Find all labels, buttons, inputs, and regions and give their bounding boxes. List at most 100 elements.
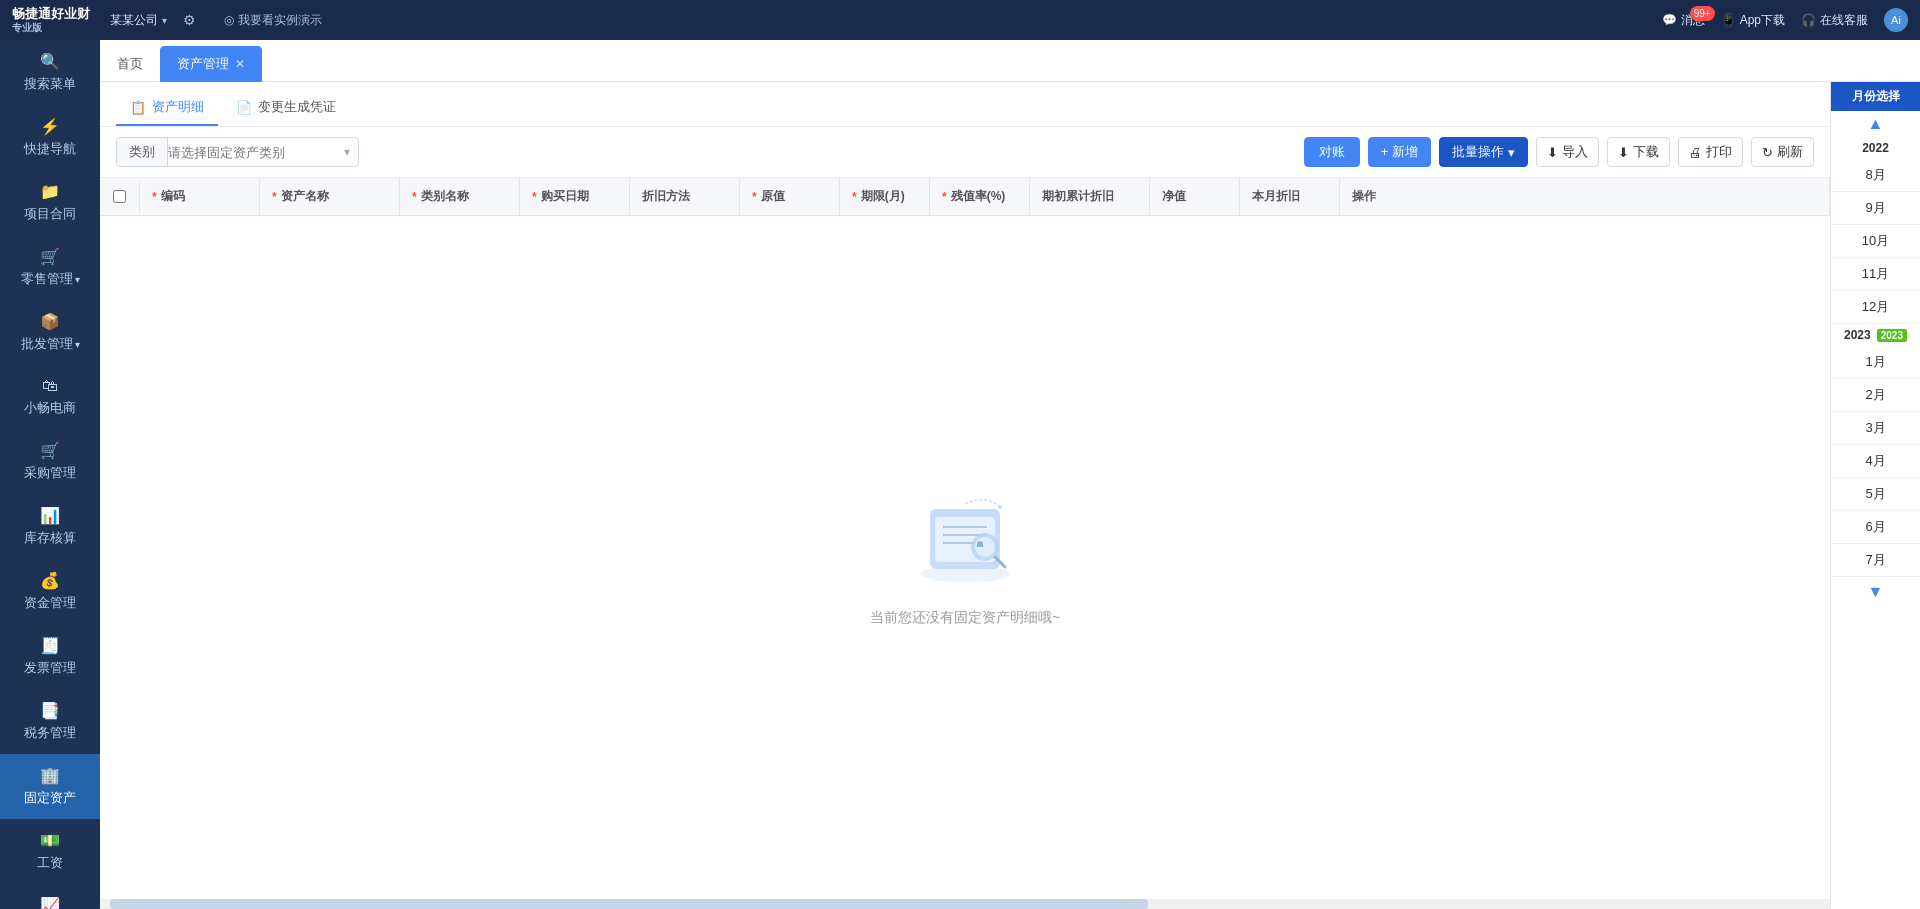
import-button[interactable]: ⬇ 导入 bbox=[1536, 137, 1599, 167]
page-content: 📋 资产明细 📄 变更生成凭证 类别 ▾ bbox=[100, 82, 1920, 909]
headset-icon: 🎧 bbox=[1801, 13, 1816, 27]
add-button[interactable]: + 新增 bbox=[1368, 137, 1431, 167]
sub-tab-change-voucher[interactable]: 📄 变更生成凭证 bbox=[222, 92, 350, 126]
th-rate: * 残值率(%) bbox=[930, 178, 1030, 215]
month-item-11[interactable]: 11月 bbox=[1831, 258, 1920, 291]
content-area: 首页 资产管理 ✕ 📋 资产明细 📄 变更生成凭证 bbox=[100, 40, 1920, 909]
th-period: * 期限(月) bbox=[840, 178, 930, 215]
panel-expand-icon[interactable]: ⤢ bbox=[1830, 103, 1831, 123]
filter-dropdown-icon[interactable]: ▾ bbox=[336, 140, 358, 164]
month-panel-header: 月份选择 bbox=[1831, 82, 1920, 111]
sidebar-item-project-contract[interactable]: 📁 项目合同 bbox=[0, 170, 100, 235]
import-icon: ⬇ bbox=[1547, 145, 1558, 160]
download-icon: ⬇ bbox=[1618, 145, 1629, 160]
month-item-8[interactable]: 8月 bbox=[1831, 159, 1920, 192]
settings-icon[interactable]: ⚙ bbox=[183, 12, 196, 28]
messages-badge: 99+ bbox=[1690, 6, 1715, 21]
ecommerce-icon: 🛍 bbox=[42, 377, 58, 395]
toolbar: 类别 ▾ 对账 + 新增 批量操作 ▾ bbox=[100, 127, 1830, 178]
sub-tabs: 📋 资产明细 📄 变更生成凭证 bbox=[100, 82, 1830, 127]
month-prev-icon[interactable]: ▲ bbox=[1860, 113, 1892, 135]
user-avatar[interactable]: Ai bbox=[1884, 8, 1908, 32]
invoice-icon: 🧾 bbox=[40, 636, 60, 655]
sidebar: 🔍 搜索菜单 ⚡ 快捷导航 📁 项目合同 🛒 零售管理 ▾ 📦 批发管理 ▾ bbox=[0, 40, 100, 909]
month-item-1[interactable]: 1月 bbox=[1831, 346, 1920, 379]
sidebar-item-operations-mgmt[interactable]: 📈 经营管理 bbox=[0, 884, 100, 909]
retail-icon: 🛒 bbox=[40, 247, 60, 266]
tab-asset-management[interactable]: 资产管理 ✕ bbox=[160, 46, 262, 82]
month-item-3[interactable]: 3月 bbox=[1831, 412, 1920, 445]
company-dropdown-icon: ▾ bbox=[162, 15, 167, 26]
filter-category-label: 类别 bbox=[117, 138, 168, 166]
empty-state: 当前您还没有固定资产明细哦~ bbox=[830, 449, 1100, 667]
month-next-icon[interactable]: ▼ bbox=[1860, 581, 1892, 603]
toolbar-right: 对账 + 新增 批量操作 ▾ ⬇ 导入 bbox=[1304, 137, 1814, 167]
th-action: 操作 bbox=[1340, 178, 1830, 215]
sidebar-item-fixed-assets[interactable]: 🏢 固定资产 bbox=[0, 754, 100, 819]
sidebar-item-invoice-mgmt[interactable]: 🧾 发票管理 bbox=[0, 624, 100, 689]
tax-icon: 📑 bbox=[40, 701, 60, 720]
sidebar-item-retail-mgmt[interactable]: 🛒 零售管理 ▾ bbox=[0, 235, 100, 300]
sidebar-item-quick-nav[interactable]: ⚡ 快捷导航 bbox=[0, 105, 100, 170]
top-bar-right: 💬 消息 99+ 📱 App下载 🎧 在线客服 Ai bbox=[1662, 8, 1908, 32]
sidebar-item-fund-mgmt[interactable]: 💰 资金管理 bbox=[0, 559, 100, 624]
tab-home[interactable]: 首页 bbox=[100, 46, 160, 82]
month-item-9[interactable]: 9月 bbox=[1831, 192, 1920, 225]
phone-icon: 📱 bbox=[1721, 13, 1736, 27]
retail-arrow-icon: ▾ bbox=[75, 274, 80, 285]
sub-tab-asset-detail[interactable]: 📋 资产明细 bbox=[116, 92, 218, 126]
th-month-dep: 本月折旧 bbox=[1240, 178, 1340, 215]
month-nav-down[interactable]: ▼ bbox=[1831, 577, 1920, 607]
month-item-10[interactable]: 10月 bbox=[1831, 225, 1920, 258]
filter-category-input[interactable] bbox=[168, 145, 336, 160]
voucher-icon: 📄 bbox=[236, 100, 252, 115]
month-item-5[interactable]: 5月 bbox=[1831, 478, 1920, 511]
reconcile-button[interactable]: 对账 bbox=[1304, 137, 1360, 167]
wholesale-icon: 📦 bbox=[40, 312, 60, 331]
project-icon: 📁 bbox=[40, 182, 60, 201]
sidebar-item-inventory[interactable]: 📊 库存核算 bbox=[0, 494, 100, 559]
category-filter-group: 类别 ▾ bbox=[116, 137, 359, 167]
app-logo: 畅捷通好业财 专业版 bbox=[12, 6, 90, 34]
month-item-4[interactable]: 4月 bbox=[1831, 445, 1920, 478]
payroll-icon: 💵 bbox=[40, 831, 60, 850]
month-item-6[interactable]: 6月 bbox=[1831, 511, 1920, 544]
empty-text: 当前您还没有固定资产明细哦~ bbox=[870, 609, 1060, 627]
sidebar-item-search[interactable]: 🔍 搜索菜单 bbox=[0, 40, 100, 105]
select-all-checkbox[interactable] bbox=[113, 190, 126, 203]
sidebar-item-ecommerce[interactable]: 🛍 小畅电商 bbox=[0, 365, 100, 429]
horizontal-scrollbar[interactable] bbox=[100, 899, 1830, 909]
sidebar-item-purchase-mgmt[interactable]: 🛒 采购管理 bbox=[0, 429, 100, 494]
tab-close-icon[interactable]: ✕ bbox=[235, 57, 245, 71]
messages-button[interactable]: 💬 消息 99+ bbox=[1662, 12, 1705, 29]
print-button[interactable]: 🖨 打印 bbox=[1678, 137, 1743, 167]
company-selector[interactable]: 某某公司 ▾ bbox=[110, 12, 167, 29]
demo-link[interactable]: ◎ 我要看实例演示 bbox=[224, 12, 322, 29]
print-icon: 🖨 bbox=[1689, 145, 1702, 160]
panel-close-icon[interactable]: ✕ bbox=[1830, 82, 1831, 102]
month-nav-up[interactable]: ▲ bbox=[1831, 111, 1920, 137]
wholesale-arrow-icon: ▾ bbox=[75, 339, 80, 350]
svg-point-7 bbox=[975, 537, 995, 557]
sidebar-item-payroll[interactable]: 💵 工资 bbox=[0, 819, 100, 884]
th-net: 净值 bbox=[1150, 178, 1240, 215]
th-checkbox[interactable] bbox=[100, 180, 140, 213]
main-layout: 🔍 搜索菜单 ⚡ 快捷导航 📁 项目合同 🛒 零售管理 ▾ 📦 批发管理 ▾ bbox=[0, 40, 1920, 909]
download-button[interactable]: ⬇ 下载 bbox=[1607, 137, 1670, 167]
sidebar-item-wholesale-mgmt[interactable]: 📦 批发管理 ▾ bbox=[0, 300, 100, 365]
batch-button[interactable]: 批量操作 ▾ bbox=[1439, 137, 1528, 167]
inventory-icon: 📊 bbox=[40, 506, 60, 525]
month-year-2022: 2022 bbox=[1831, 137, 1920, 159]
tab-bar: 首页 资产管理 ✕ bbox=[100, 40, 1920, 82]
month-item-7[interactable]: 7月 bbox=[1831, 544, 1920, 577]
sidebar-item-tax-mgmt[interactable]: 📑 税务管理 bbox=[0, 689, 100, 754]
month-item-12[interactable]: 12月 bbox=[1831, 291, 1920, 324]
th-accum: 期初累计折旧 bbox=[1030, 178, 1150, 215]
asset-detail-icon: 📋 bbox=[130, 100, 146, 115]
table-body: 当前您还没有固定资产明细哦~ bbox=[100, 216, 1830, 899]
refresh-button[interactable]: ↻ 刷新 bbox=[1751, 137, 1814, 167]
month-item-2[interactable]: 2月 bbox=[1831, 379, 1920, 412]
app-download-button[interactable]: 📱 App下载 bbox=[1721, 12, 1785, 29]
online-service-button[interactable]: 🎧 在线客服 bbox=[1801, 12, 1868, 29]
fixed-assets-icon: 🏢 bbox=[40, 766, 60, 785]
